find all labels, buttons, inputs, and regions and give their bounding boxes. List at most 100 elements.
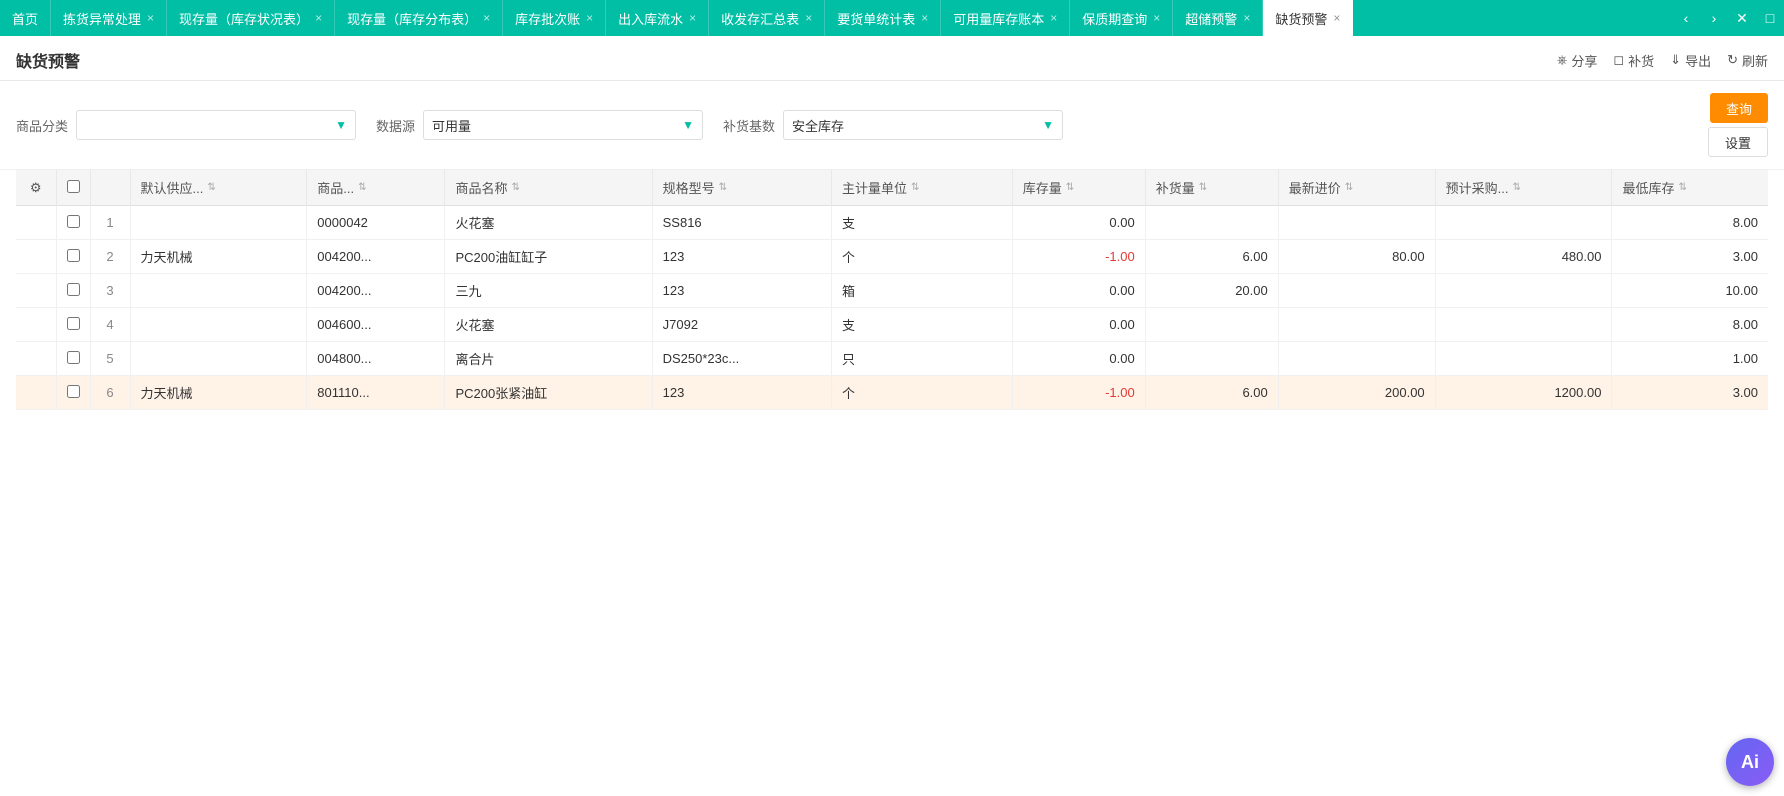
category-select[interactable]: ▼ xyxy=(76,110,356,140)
filter-right-actions: 查询 设置 xyxy=(1708,93,1768,157)
supplier-cell: 力天机械 xyxy=(130,376,307,410)
datasource-select[interactable]: 可用量 ▼ xyxy=(423,110,703,140)
tab-close-overstock-warning[interactable]: × xyxy=(1243,11,1250,25)
row-checkbox[interactable] xyxy=(67,249,80,262)
supplier-cell xyxy=(130,274,307,308)
gear-icon: ⚙ xyxy=(30,180,42,195)
tab-stock-dist[interactable]: 现存量（库存分布表）× xyxy=(335,0,503,36)
unit-cell: 支 xyxy=(831,308,1012,342)
product-name-cell: 离合片 xyxy=(445,342,652,376)
tab-prev-button[interactable]: ‹ xyxy=(1672,0,1700,36)
replenish-qty-cell: 6.00 xyxy=(1145,240,1278,274)
header-actions: ⎈ 分享 ◻ 补货 ⇓ 导出 ↻ 刷新 xyxy=(1557,51,1768,70)
row-checkbox[interactable] xyxy=(67,283,80,296)
tab-close-stock-dist[interactable]: × xyxy=(483,11,490,25)
product-code-column-header[interactable]: 商品...⇅ xyxy=(307,170,445,206)
row-checkbox[interactable] xyxy=(67,215,80,228)
checkbox-cell[interactable] xyxy=(56,342,90,376)
min-stock-cell: 1.00 xyxy=(1612,342,1768,376)
supplier-sort-icon: ⇅ xyxy=(207,182,215,193)
replenish-qty-column-header[interactable]: 补货量⇅ xyxy=(1145,170,1278,206)
tab-close-shortage-warning[interactable]: × xyxy=(1333,11,1340,25)
table-row: 5 004800... 离合片 DS250*23c... 只 0.00 1.00 xyxy=(16,342,1768,376)
spec-cell: 123 xyxy=(652,240,831,274)
tab-close-recv-summary[interactable]: × xyxy=(805,11,812,25)
tab-available-ledger[interactable]: 可用量库存账本× xyxy=(941,0,1070,36)
row-checkbox[interactable] xyxy=(67,317,80,330)
tab-bar: 首页拣货异常处理×现存量（库存状况表）×现存量（库存分布表）×库存批次账×出入库… xyxy=(0,0,1784,36)
settings-button[interactable]: 设置 xyxy=(1708,127,1768,157)
product-code-sort-icon: ⇅ xyxy=(358,182,366,193)
replenish-base-filter-group: 补货基数 安全库存 ▼ xyxy=(723,110,1063,140)
est-purchase-cell: 1200.00 xyxy=(1435,376,1612,410)
row-checkbox[interactable] xyxy=(67,385,80,398)
ai-button[interactable]: Ai xyxy=(1726,738,1774,786)
query-button[interactable]: 查询 xyxy=(1710,93,1768,123)
min-stock-sort-icon: ⇅ xyxy=(1678,182,1686,193)
stock-qty-cell: 0.00 xyxy=(1012,308,1145,342)
row-checkbox[interactable] xyxy=(67,351,80,364)
export-button[interactable]: ⇓ 导出 xyxy=(1670,51,1711,70)
unit-column-header[interactable]: 主计量单位⇅ xyxy=(831,170,1012,206)
gear-column-header[interactable]: ⚙ xyxy=(16,170,56,206)
tab-close-batch-account[interactable]: × xyxy=(586,11,593,25)
checkbox-cell[interactable] xyxy=(56,274,90,308)
min-stock-cell: 3.00 xyxy=(1612,376,1768,410)
supplier-cell: 力天机械 xyxy=(130,240,307,274)
checkbox-cell[interactable] xyxy=(56,376,90,410)
tab-close-stock-status[interactable]: × xyxy=(315,11,322,25)
stock-qty-cell: -1.00 xyxy=(1012,240,1145,274)
checkbox-cell[interactable] xyxy=(56,308,90,342)
refresh-button[interactable]: ↻ 刷新 xyxy=(1727,51,1768,70)
filter-area: 商品分类 ▼ 数据源 可用量 ▼ 补货基数 安全库存 ▼ 查询 设置 xyxy=(0,81,1784,170)
product-name-column-header[interactable]: 商品名称⇅ xyxy=(445,170,652,206)
tab-stock-status[interactable]: 现存量（库存状况表）× xyxy=(167,0,335,36)
spec-column-header[interactable]: 规格型号⇅ xyxy=(652,170,831,206)
est-purchase-column-header[interactable]: 预计采购...⇅ xyxy=(1435,170,1612,206)
tab-maximize-button[interactable]: □ xyxy=(1756,0,1784,36)
tab-batch-account[interactable]: 库存批次账× xyxy=(503,0,606,36)
est-purchase-cell: 480.00 xyxy=(1435,240,1612,274)
row-num-cell: 4 xyxy=(90,308,130,342)
tab-expiry-query[interactable]: 保质期查询× xyxy=(1070,0,1173,36)
supplier-column-header[interactable]: 默认供应...⇅ xyxy=(130,170,307,206)
checkbox-cell[interactable] xyxy=(56,206,90,240)
tab-abnormal[interactable]: 拣货异常处理× xyxy=(51,0,167,36)
est-purchase-cell xyxy=(1435,274,1612,308)
checkbox-cell[interactable] xyxy=(56,240,90,274)
spec-cell: 123 xyxy=(652,274,831,308)
row-num-cell: 5 xyxy=(90,342,130,376)
tab-close-available-ledger[interactable]: × xyxy=(1050,11,1057,25)
share-icon: ⎈ xyxy=(1557,52,1567,68)
tab-close-order-stats[interactable]: × xyxy=(921,11,928,25)
min-stock-cell: 8.00 xyxy=(1612,206,1768,240)
latest-price-cell: 80.00 xyxy=(1278,240,1435,274)
replenish-button[interactable]: ◻ 补货 xyxy=(1613,51,1654,70)
tab-overstock-warning[interactable]: 超储预警× xyxy=(1173,0,1263,36)
tab-shortage-warning[interactable]: 缺货预警× xyxy=(1263,0,1353,36)
tab-close-expiry-query[interactable]: × xyxy=(1153,11,1160,25)
stock-qty-column-header[interactable]: 库存量⇅ xyxy=(1012,170,1145,206)
replenish-base-select[interactable]: 安全库存 ▼ xyxy=(783,110,1063,140)
tab-close-inout-flow[interactable]: × xyxy=(689,11,696,25)
product-name-sort-icon: ⇅ xyxy=(512,182,520,193)
tab-inout-flow[interactable]: 出入库流水× xyxy=(606,0,709,36)
category-filter-group: 商品分类 ▼ xyxy=(16,110,356,140)
latest-price-cell xyxy=(1278,274,1435,308)
replenish-qty-cell: 20.00 xyxy=(1145,274,1278,308)
tab-close-abnormal[interactable]: × xyxy=(147,11,154,25)
product-name-cell: PC200油缸缸子 xyxy=(445,240,652,274)
min-stock-column-header[interactable]: 最低库存⇅ xyxy=(1612,170,1768,206)
tab-next-button[interactable]: › xyxy=(1700,0,1728,36)
latest-price-column-header[interactable]: 最新进价⇅ xyxy=(1278,170,1435,206)
min-stock-cell: 8.00 xyxy=(1612,308,1768,342)
select-all-checkbox[interactable] xyxy=(67,180,80,193)
checkbox-column-header[interactable] xyxy=(56,170,90,206)
share-button[interactable]: ⎈ 分享 xyxy=(1557,51,1597,70)
table-body: 1 0000042 火花塞 SS816 支 0.00 8.00 2 力天机械 0… xyxy=(16,206,1768,410)
tab-close-all-button[interactable]: ✕ xyxy=(1728,0,1756,36)
tab-home[interactable]: 首页 xyxy=(0,0,51,36)
spec-cell: 123 xyxy=(652,376,831,410)
tab-recv-summary[interactable]: 收发存汇总表× xyxy=(709,0,825,36)
tab-order-stats[interactable]: 要货单统计表× xyxy=(825,0,941,36)
